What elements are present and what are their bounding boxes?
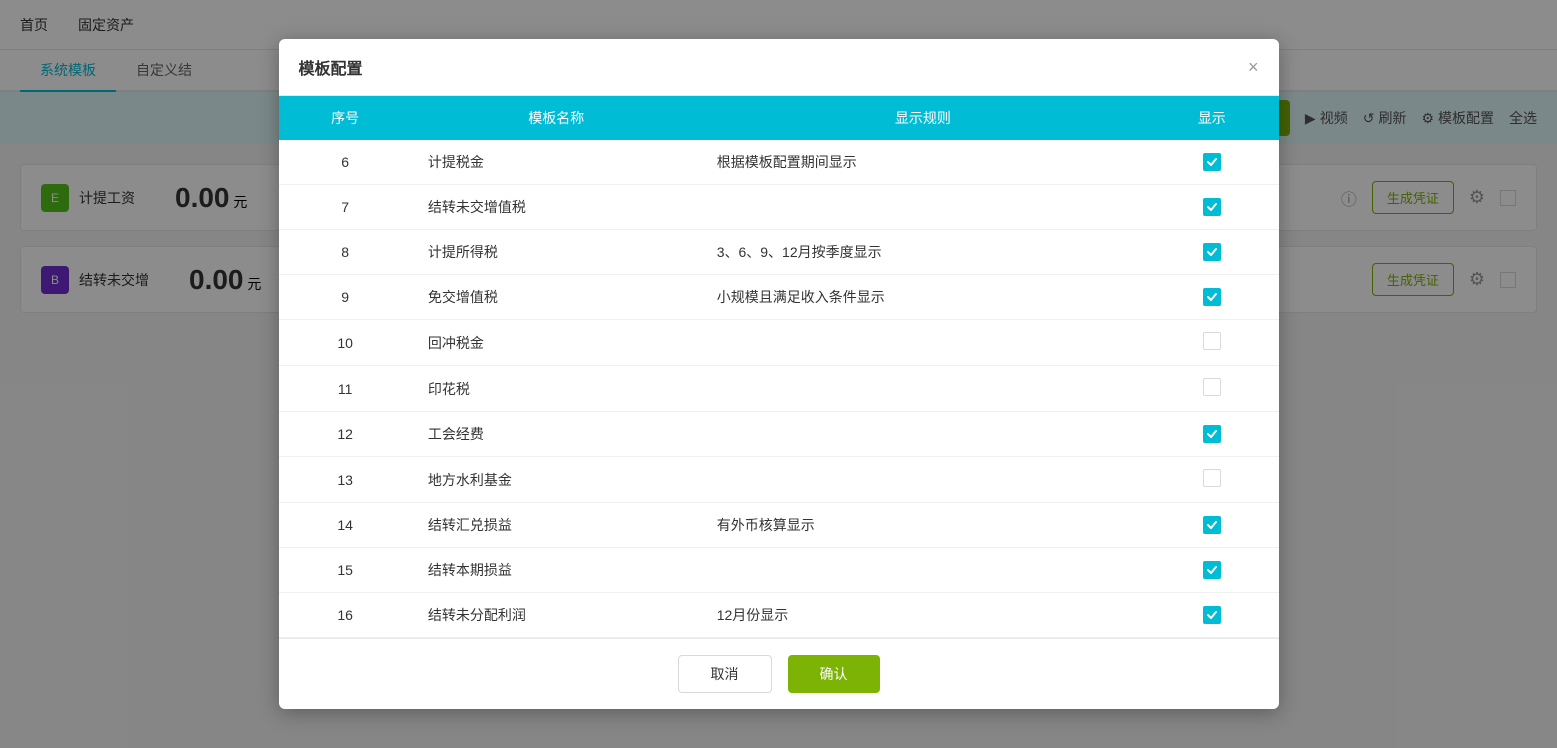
cell-rule [701, 185, 1145, 230]
col-name: 模板名称 [412, 96, 701, 140]
checked-checkbox[interactable] [1203, 561, 1221, 579]
unchecked-checkbox[interactable] [1203, 378, 1221, 396]
cell-seq: 16 [279, 593, 412, 638]
cell-name: 结转汇兑损益 [412, 503, 701, 548]
modal-footer: 取消 确认 [279, 638, 1279, 709]
cell-display [1145, 548, 1278, 593]
table-row: 16结转未分配利润12月份显示 [279, 593, 1279, 638]
table-row: 14结转汇兑损益有外币核算显示 [279, 503, 1279, 548]
col-seq: 序号 [279, 96, 412, 140]
modal-body: 序号 模板名称 显示规则 显示 6计提税金根据模板配置期间显示 7结转未交增值税… [279, 96, 1279, 638]
cell-seq: 8 [279, 230, 412, 275]
cell-seq: 11 [279, 366, 412, 412]
col-rule: 显示规则 [701, 96, 1145, 140]
cell-display [1145, 185, 1278, 230]
table-row: 8计提所得税3、6、9、12月按季度显示 [279, 230, 1279, 275]
cell-name: 印花税 [412, 366, 701, 412]
modal-overlay[interactable]: 模板配置 × 序号 模板名称 显示规则 显示 6计提税金根据模板配置期间显示 7… [0, 0, 1557, 748]
checked-checkbox[interactable] [1203, 516, 1221, 534]
cell-display [1145, 320, 1278, 366]
cell-seq: 12 [279, 412, 412, 457]
cell-rule [701, 457, 1145, 503]
cell-display [1145, 503, 1278, 548]
config-table: 序号 模板名称 显示规则 显示 6计提税金根据模板配置期间显示 7结转未交增值税… [279, 96, 1279, 638]
cell-rule [701, 548, 1145, 593]
cell-rule: 3、6、9、12月按季度显示 [701, 230, 1145, 275]
unchecked-checkbox[interactable] [1203, 469, 1221, 487]
cell-seq: 15 [279, 548, 412, 593]
unchecked-checkbox[interactable] [1203, 332, 1221, 350]
cell-seq: 10 [279, 320, 412, 366]
checked-checkbox[interactable] [1203, 243, 1221, 261]
cell-display [1145, 593, 1278, 638]
cell-display [1145, 140, 1278, 185]
cell-display [1145, 275, 1278, 320]
checked-checkbox[interactable] [1203, 153, 1221, 171]
cancel-button[interactable]: 取消 [678, 655, 772, 693]
modal-close-button[interactable]: × [1248, 57, 1259, 78]
table-row: 15结转本期损益 [279, 548, 1279, 593]
cell-display [1145, 230, 1278, 275]
checked-checkbox[interactable] [1203, 606, 1221, 624]
table-row: 11印花税 [279, 366, 1279, 412]
cell-name: 结转未分配利润 [412, 593, 701, 638]
cell-rule [701, 412, 1145, 457]
cell-seq: 7 [279, 185, 412, 230]
confirm-button[interactable]: 确认 [788, 655, 880, 693]
cell-name: 结转本期损益 [412, 548, 701, 593]
cell-name: 回冲税金 [412, 320, 701, 366]
checked-checkbox[interactable] [1203, 288, 1221, 306]
cell-name: 工会经费 [412, 412, 701, 457]
checked-checkbox[interactable] [1203, 198, 1221, 216]
cell-display [1145, 412, 1278, 457]
cell-seq: 9 [279, 275, 412, 320]
cell-rule [701, 320, 1145, 366]
cell-name: 免交增值税 [412, 275, 701, 320]
modal-header: 模板配置 × [279, 39, 1279, 96]
cell-rule: 小规模且满足收入条件显示 [701, 275, 1145, 320]
cell-display [1145, 366, 1278, 412]
cell-name: 计提税金 [412, 140, 701, 185]
cell-rule: 12月份显示 [701, 593, 1145, 638]
cell-rule: 有外币核算显示 [701, 503, 1145, 548]
cell-rule: 根据模板配置期间显示 [701, 140, 1145, 185]
table-row: 13地方水利基金 [279, 457, 1279, 503]
cell-seq: 13 [279, 457, 412, 503]
col-display: 显示 [1145, 96, 1278, 140]
table-header-row: 序号 模板名称 显示规则 显示 [279, 96, 1279, 140]
template-config-modal: 模板配置 × 序号 模板名称 显示规则 显示 6计提税金根据模板配置期间显示 7… [279, 39, 1279, 709]
cell-name: 计提所得税 [412, 230, 701, 275]
cell-display [1145, 457, 1278, 503]
cell-name: 结转未交增值税 [412, 185, 701, 230]
cell-seq: 6 [279, 140, 412, 185]
cell-rule [701, 366, 1145, 412]
table-row: 10回冲税金 [279, 320, 1279, 366]
cell-seq: 14 [279, 503, 412, 548]
checked-checkbox[interactable] [1203, 425, 1221, 443]
table-row: 12工会经费 [279, 412, 1279, 457]
table-row: 7结转未交增值税 [279, 185, 1279, 230]
modal-title: 模板配置 [299, 55, 363, 79]
table-row: 9免交增值税小规模且满足收入条件显示 [279, 275, 1279, 320]
table-row: 6计提税金根据模板配置期间显示 [279, 140, 1279, 185]
cell-name: 地方水利基金 [412, 457, 701, 503]
